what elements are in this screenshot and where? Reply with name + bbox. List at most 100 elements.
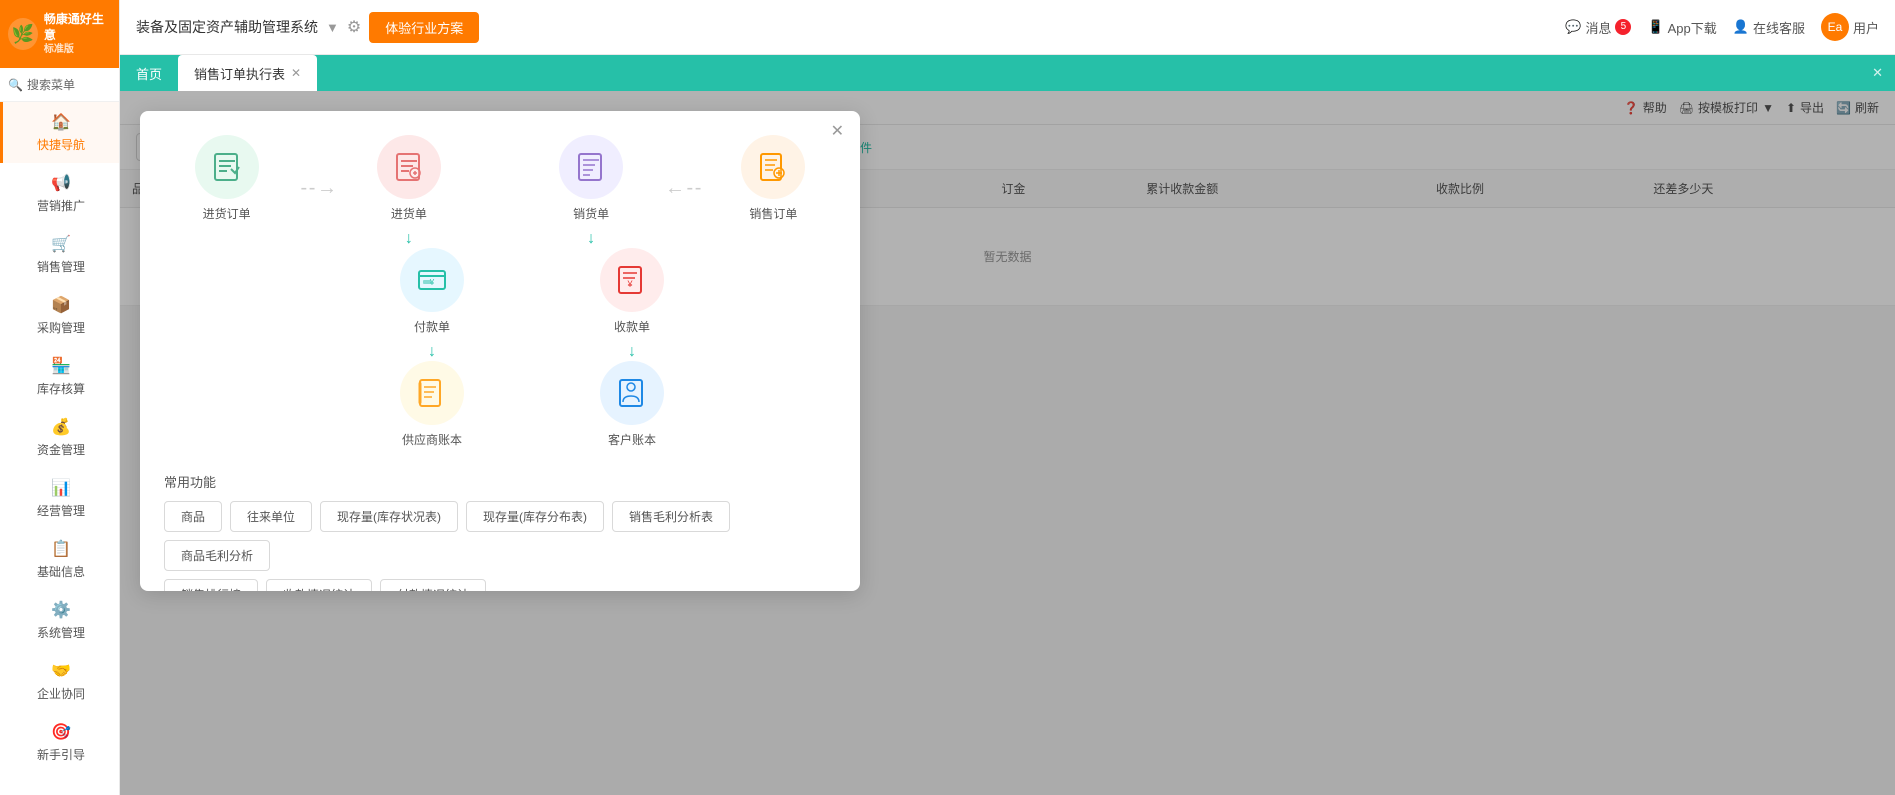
- flow-node-purchase-order[interactable]: 进货订单: [172, 135, 281, 222]
- avatar: Ea: [1821, 13, 1849, 41]
- common-functions-section: 常用功能 商品 往来单位 现存量(库存状况表) 现存量(库存分布表) 销售毛利分…: [140, 472, 860, 591]
- btn-product-profit[interactable]: 商品毛利分析: [164, 540, 270, 571]
- arrow-2: ← - -: [646, 157, 719, 200]
- btn-inventory-status[interactable]: 现存量(库存状况表): [320, 501, 458, 532]
- purchase-order-circle: [195, 135, 259, 199]
- sidebar-item-inventory[interactable]: 🏪 库存核算: [0, 346, 119, 407]
- tab-home[interactable]: 首页: [120, 55, 178, 91]
- supplier-ledger-label: 供应商账本: [402, 431, 462, 448]
- finance-icon: 💰: [51, 417, 71, 437]
- tab-close-icon[interactable]: ✕: [291, 66, 301, 80]
- svg-text:¥: ¥: [626, 279, 633, 289]
- down-arrow-purchase: ↓: [354, 230, 463, 248]
- service-icon: 👤: [1733, 19, 1749, 35]
- flow-node-customer-ledger[interactable]: 客户账本: [572, 361, 692, 448]
- dropdown-icon[interactable]: ▼: [326, 20, 339, 35]
- common-buttons-row2: 销售排行榜 收款情况统计 付款情况统计: [164, 579, 836, 591]
- flow-node-supplier-ledger[interactable]: 供应商账本: [372, 361, 492, 448]
- flow-row-1: 进货订单 - - →: [172, 135, 828, 222]
- down-arrow-receipt: ↓: [572, 343, 692, 361]
- common-functions-title: 常用功能: [164, 472, 836, 491]
- phone-icon: 📱: [1647, 19, 1663, 35]
- receipt-icon: ¥: [616, 264, 648, 296]
- modal-close-btn[interactable]: ✕: [815, 111, 860, 151]
- cooperation-icon: 🤝: [51, 661, 71, 681]
- user-item[interactable]: Ea 用户: [1821, 13, 1879, 41]
- header-right: 💬 消息 5 📱 App下载 👤 在线客服 Ea 用户: [1565, 13, 1879, 41]
- inventory-icon: 🏪: [51, 356, 71, 376]
- flow-node-sales-bill[interactable]: 销货单: [536, 135, 645, 222]
- sidebar-item-basic-info[interactable]: 📋 基础信息: [0, 529, 119, 590]
- message-item[interactable]: 💬 消息 5: [1565, 18, 1631, 37]
- tabbar: 首页 销售订单执行表 ✕ ✕: [120, 55, 1895, 91]
- sidebar-item-quick-nav[interactable]: 🏠 快捷导航: [0, 102, 119, 163]
- btn-partner[interactable]: 往来单位: [230, 501, 312, 532]
- quick-nav-icon: 🏠: [51, 112, 71, 132]
- sales-bill-label: 销货单: [573, 205, 609, 222]
- logo-icon: 🌿: [8, 18, 38, 50]
- btn-receipt-stats[interactable]: 收款情况统计: [266, 579, 372, 591]
- purchase-bill-circle: [377, 135, 441, 199]
- purchase-bill-icon: [393, 151, 425, 183]
- down-arrow-sales: ↓: [536, 230, 645, 248]
- purchase-bill-label: 进货单: [391, 205, 427, 222]
- sidebar-item-purchase[interactable]: 📦 采购管理: [0, 285, 119, 346]
- flow-section: 进货订单 - - →: [140, 111, 860, 472]
- flow-node-payment[interactable]: ¥ 付款单: [372, 248, 492, 335]
- flow-node-receipt[interactable]: ¥ 收款单: [572, 248, 692, 335]
- sidebar-search[interactable]: 🔍 搜索菜单: [0, 68, 119, 102]
- basic-info-icon: 📋: [51, 539, 71, 559]
- sidebar-item-cooperation[interactable]: 🤝 企业协同: [0, 651, 119, 712]
- payment-circle: ¥: [400, 248, 464, 312]
- btn-payment-stats[interactable]: 付款情况统计: [380, 579, 486, 591]
- sales-order-label: 销售订单: [749, 205, 797, 222]
- app-logo: 🌿 畅康通好生意 标准版: [0, 0, 119, 68]
- header: 装备及固定资产辅助管理系统 ▼ ⚙ 体验行业方案 💬 消息 5 📱 App下载 …: [120, 0, 1895, 55]
- sidebar-item-sales[interactable]: 🛒 销售管理: [0, 224, 119, 285]
- tab-sales-order[interactable]: 销售订单执行表 ✕: [178, 55, 317, 91]
- receipt-circle: ¥: [600, 248, 664, 312]
- flow-node-purchase-bill[interactable]: 进货单: [354, 135, 463, 222]
- purchase-order-icon: [211, 151, 243, 183]
- sidebar-item-guide[interactable]: 🎯 新手引导: [0, 712, 119, 773]
- guide-icon: 🎯: [51, 722, 71, 742]
- flow-row-2: ¥ 付款单 ¥ 收款单: [172, 248, 828, 335]
- sidebar-item-system[interactable]: ⚙️ 系统管理: [0, 590, 119, 651]
- sidebar-item-operations[interactable]: 📊 经营管理: [0, 468, 119, 529]
- flow-node-sales-order[interactable]: 销售订单: [719, 135, 828, 222]
- message-badge: 5: [1615, 19, 1631, 35]
- btn-product[interactable]: 商品: [164, 501, 222, 532]
- system-title: 装备及固定资产辅助管理系统: [136, 17, 318, 37]
- experience-btn[interactable]: 体验行业方案: [369, 12, 479, 43]
- svg-text:¥: ¥: [429, 278, 435, 287]
- arrow-1: - - →: [281, 157, 354, 200]
- payment-icon: ¥: [416, 264, 448, 296]
- btn-inventory-dist[interactable]: 现存量(库存分布表): [466, 501, 604, 532]
- supplier-ledger-circle: [400, 361, 464, 425]
- purchase-order-label: 进货订单: [203, 205, 251, 222]
- customer-ledger-label: 客户账本: [608, 431, 656, 448]
- header-left: 装备及固定资产辅助管理系统 ▼ ⚙ 体验行业方案: [136, 12, 479, 43]
- receipt-label: 收款单: [614, 318, 650, 335]
- btn-sales-rank[interactable]: 销售排行榜: [164, 579, 258, 591]
- arrow-row-v: ↓ ↓: [172, 230, 828, 248]
- flow-modal: ✕ 进货订单: [140, 111, 860, 591]
- purchase-icon: 📦: [51, 295, 71, 315]
- btn-sales-profit[interactable]: 销售毛利分析表: [612, 501, 730, 532]
- search-icon: 🔍: [8, 78, 23, 92]
- left-arrow-dashed: ← - -: [665, 177, 699, 200]
- close-all-btn[interactable]: ✕: [1860, 65, 1895, 81]
- sales-order-icon: [757, 151, 789, 183]
- marketing-icon: 📢: [51, 173, 71, 193]
- common-buttons-row1: 商品 往来单位 现存量(库存状况表) 现存量(库存分布表) 销售毛利分析表 商品…: [164, 501, 836, 571]
- sidebar-item-marketing[interactable]: 📢 营销推广: [0, 163, 119, 224]
- customer-ledger-icon: [616, 377, 648, 409]
- customer-ledger-circle: [600, 361, 664, 425]
- settings-icon[interactable]: ⚙: [347, 17, 361, 37]
- sales-bill-circle: [559, 135, 623, 199]
- operations-icon: 📊: [51, 478, 71, 498]
- right-arrow-dashed: - - →: [301, 177, 335, 200]
- app-download-item[interactable]: 📱 App下载: [1647, 18, 1716, 37]
- sidebar-item-finance[interactable]: 💰 资金管理: [0, 407, 119, 468]
- online-service-item[interactable]: 👤 在线客服: [1733, 18, 1805, 37]
